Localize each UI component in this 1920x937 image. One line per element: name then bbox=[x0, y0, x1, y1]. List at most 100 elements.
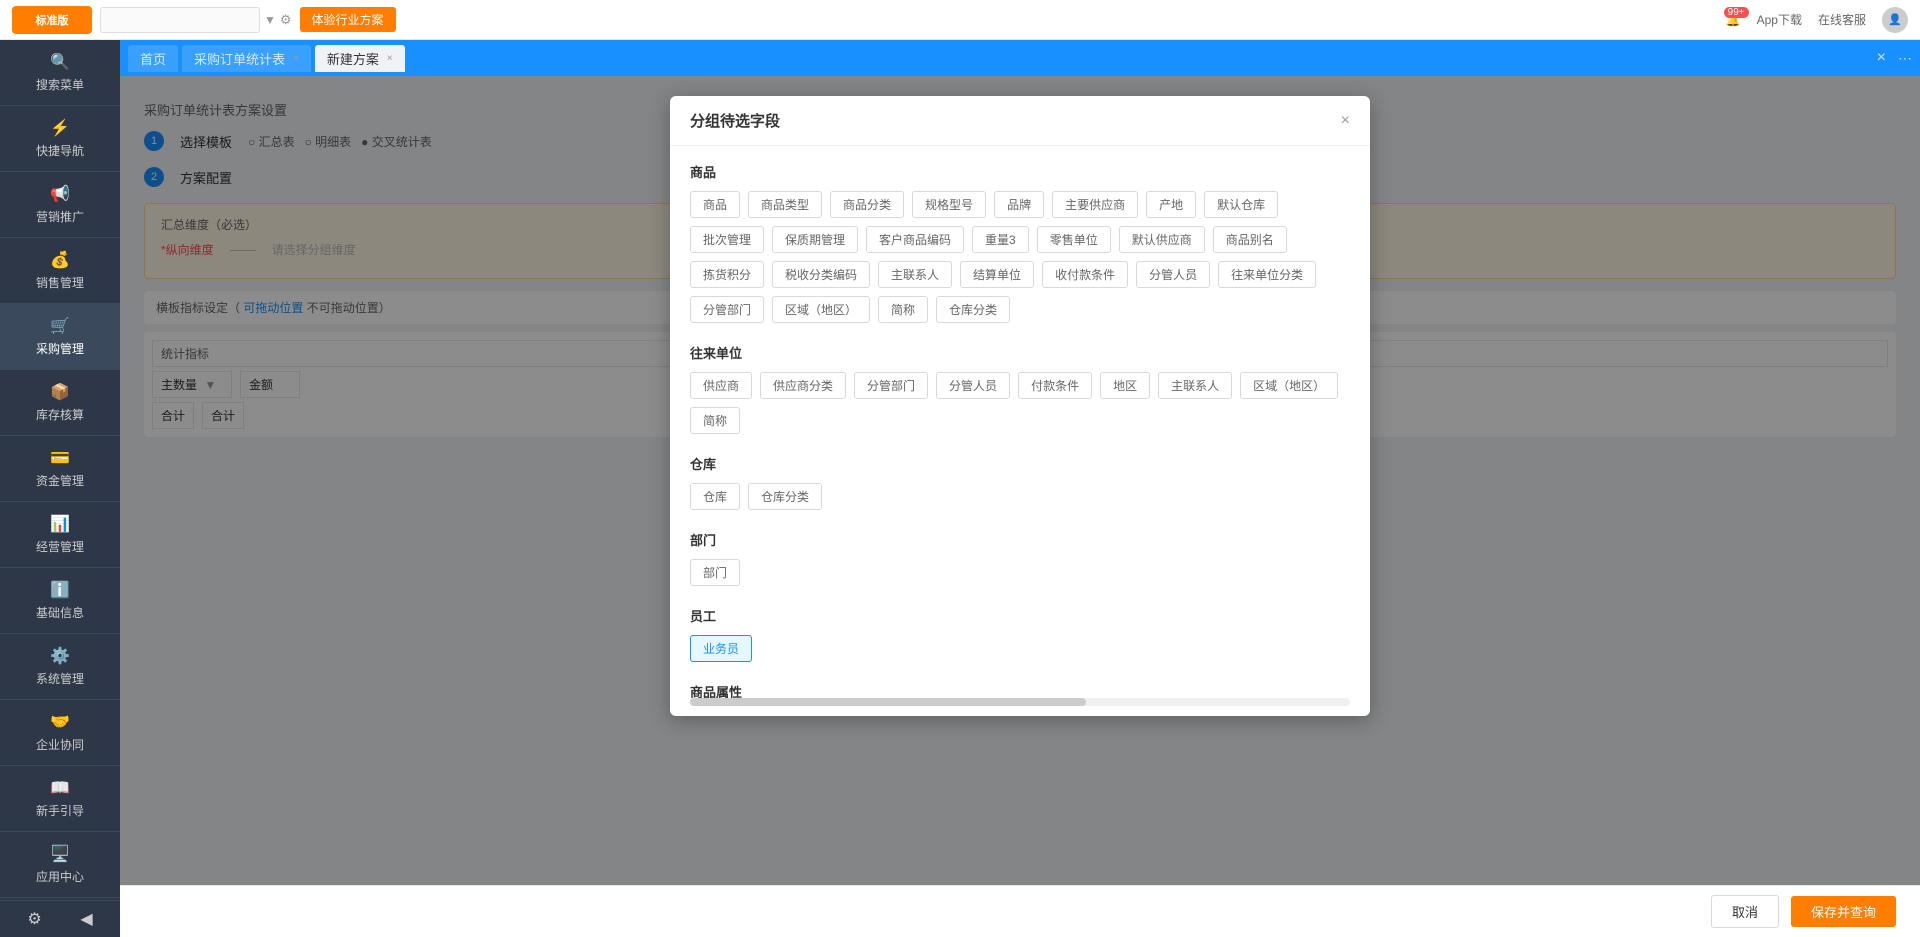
tab-purchase-stats[interactable]: 采购订单统计表 × bbox=[182, 45, 311, 72]
field-tag-region-partner[interactable]: 区域（地区） bbox=[1240, 372, 1338, 399]
warehouse-field-grid: 仓库 仓库分类 bbox=[690, 483, 1350, 510]
notification-badge: 99+ bbox=[1724, 7, 1749, 18]
field-tag-manager-partner[interactable]: 分管人员 bbox=[936, 372, 1010, 399]
field-tag-product-category[interactable]: 商品分类 bbox=[830, 191, 904, 218]
field-tag-pick-score[interactable]: 拣货积分 bbox=[690, 261, 764, 288]
field-tag-supplier[interactable]: 供应商 bbox=[690, 372, 752, 399]
sidebar-item-marketing[interactable]: 📢 营销推广 bbox=[0, 172, 120, 238]
inventory-icon: 📦 bbox=[50, 382, 70, 402]
sidebar-collapse-icon[interactable]: ◀ bbox=[80, 909, 92, 929]
sidebar: 🔍 搜索菜单 ⚡ 快捷导航 📢 营销推广 💰 销售管理 🛒 采购管理 📦 库存核… bbox=[0, 40, 120, 937]
field-tag-dept[interactable]: 分管部门 bbox=[690, 296, 764, 323]
field-tag-settlement-unit[interactable]: 结算单位 bbox=[960, 261, 1034, 288]
sidebar-item-management[interactable]: 📊 经营管理 bbox=[0, 502, 120, 568]
sidebar-item-basic[interactable]: ℹ️ 基础信息 bbox=[0, 568, 120, 634]
field-tag-batch-mgmt[interactable]: 批次管理 bbox=[690, 226, 764, 253]
field-tag-expiry-mgmt[interactable]: 保质期管理 bbox=[772, 226, 858, 253]
search-icon: 🔍 bbox=[50, 52, 70, 72]
field-tag-default-supplier[interactable]: 默认供应商 bbox=[1119, 226, 1205, 253]
partner-section: 往来单位 供应商 供应商分类 分管部门 分管人员 付款条件 地区 主联系人 区域… bbox=[690, 343, 1350, 434]
experience-btn[interactable]: 体验行业方案 bbox=[300, 7, 396, 32]
field-tag-product-alias[interactable]: 商品别名 bbox=[1213, 226, 1287, 253]
field-tag-partner-category[interactable]: 往来单位分类 bbox=[1218, 261, 1316, 288]
save-query-button[interactable]: 保存并查询 bbox=[1791, 896, 1896, 927]
sidebar-item-label: 采购管理 bbox=[36, 340, 84, 357]
dialog-horizontal-scrollbar[interactable] bbox=[690, 698, 1350, 706]
tab-bar-close-icon[interactable]: × bbox=[1877, 49, 1886, 67]
field-tag-product-type[interactable]: 商品类型 bbox=[748, 191, 822, 218]
user-avatar[interactable]: 👤 bbox=[1882, 7, 1908, 33]
sidebar-item-cooperation[interactable]: 🤝 企业协同 bbox=[0, 700, 120, 766]
field-tag-salesperson[interactable]: 业务员 bbox=[690, 635, 752, 662]
field-tag-short-name-product[interactable]: 简称 bbox=[878, 296, 928, 323]
sales-icon: 💰 bbox=[50, 250, 70, 270]
field-tag-brand[interactable]: 品牌 bbox=[994, 191, 1044, 218]
sidebar-settings-icon[interactable]: ⚙ bbox=[27, 909, 41, 929]
dialog-close-button[interactable]: × bbox=[1341, 112, 1350, 130]
field-tag-main-contact-partner[interactable]: 主联系人 bbox=[1158, 372, 1232, 399]
field-tag-payment-cond[interactable]: 付款条件 bbox=[1018, 372, 1092, 399]
partner-section-title: 往来单位 bbox=[690, 343, 1350, 362]
employee-section: 员工 业务员 bbox=[690, 606, 1350, 662]
sidebar-item-purchase[interactable]: 🛒 采购管理 bbox=[0, 304, 120, 370]
field-tag-supplier-category[interactable]: 供应商分类 bbox=[760, 372, 846, 399]
tab-home[interactable]: 首页 bbox=[128, 45, 178, 72]
search-dropdown-icon[interactable]: ▼ bbox=[264, 13, 276, 27]
field-tag-main-contact[interactable]: 主联系人 bbox=[878, 261, 952, 288]
field-tag-manager[interactable]: 分管人员 bbox=[1136, 261, 1210, 288]
product-attr-section: 商品属性 属性 颜色 多规格 尺码 鞋码 1 bbox=[690, 682, 1350, 698]
employee-field-grid: 业务员 bbox=[690, 635, 1350, 662]
field-tag-retail-unit[interactable]: 零售单位 bbox=[1037, 226, 1111, 253]
field-tag-customer-code[interactable]: 客户商品编码 bbox=[866, 226, 964, 253]
settings-icon[interactable]: ⚙ bbox=[280, 12, 292, 28]
field-tag-product[interactable]: 商品 bbox=[690, 191, 740, 218]
employee-section-title: 员工 bbox=[690, 606, 1350, 625]
field-tag-dept-partner[interactable]: 分管部门 bbox=[854, 372, 928, 399]
field-tag-default-warehouse[interactable]: 默认仓库 bbox=[1204, 191, 1278, 218]
field-tag-warehouse[interactable]: 仓库 bbox=[690, 483, 740, 510]
sidebar-item-label: 新手引导 bbox=[36, 802, 84, 819]
top-bar-left: 标准版 ▼ ⚙ 体验行业方案 bbox=[12, 6, 396, 34]
sidebar-item-inventory[interactable]: 📦 库存核算 bbox=[0, 370, 120, 436]
online-service-link[interactable]: 在线客服 bbox=[1818, 11, 1866, 28]
field-tag-region-product[interactable]: 区域（地区） bbox=[772, 296, 870, 323]
marketing-icon: 📢 bbox=[50, 184, 70, 204]
tab-new-plan[interactable]: 新建方案 × bbox=[315, 45, 405, 72]
field-tag-warehouse-category-product[interactable]: 仓库分类 bbox=[936, 296, 1010, 323]
field-tag-origin[interactable]: 产地 bbox=[1146, 191, 1196, 218]
top-bar-right: 🔔 99+ App下载 在线客服 👤 bbox=[1726, 7, 1908, 33]
cancel-button[interactable]: 取消 bbox=[1711, 895, 1779, 928]
field-tag-short-name-partner[interactable]: 简称 bbox=[690, 407, 740, 434]
basic-icon: ℹ️ bbox=[50, 580, 70, 600]
field-tag-district[interactable]: 地区 bbox=[1100, 372, 1150, 399]
sidebar-item-label: 库存核算 bbox=[36, 406, 84, 423]
product-field-grid: 商品 商品类型 商品分类 规格型号 品牌 主要供应商 产地 默认仓库 批次管理 … bbox=[690, 191, 1350, 323]
warehouse-section: 仓库 仓库 仓库分类 bbox=[690, 454, 1350, 510]
app-download-link[interactable]: App下载 bbox=[1757, 11, 1802, 28]
product-section: 商品 商品 商品类型 商品分类 规格型号 品牌 主要供应商 产地 默认仓库 批次… bbox=[690, 162, 1350, 323]
tab-bar: 首页 采购订单统计表 × 新建方案 × × ⋯ bbox=[120, 40, 1920, 76]
sidebar-item-app-center[interactable]: 🖥️ 应用中心 bbox=[0, 832, 120, 898]
sidebar-item-finance[interactable]: 💳 资金管理 bbox=[0, 436, 120, 502]
search-input[interactable] bbox=[100, 7, 260, 33]
tab-new-plan-label: 新建方案 bbox=[327, 49, 379, 68]
field-tag-main-supplier[interactable]: 主要供应商 bbox=[1052, 191, 1138, 218]
field-tag-payment-terms[interactable]: 收付款条件 bbox=[1042, 261, 1128, 288]
sidebar-item-sales[interactable]: 💰 销售管理 bbox=[0, 238, 120, 304]
field-tag-warehouse-cat[interactable]: 仓库分类 bbox=[748, 483, 822, 510]
top-search-area: ▼ ⚙ bbox=[100, 7, 292, 33]
tab-purchase-close-icon[interactable]: × bbox=[293, 53, 299, 64]
tab-new-plan-close-icon[interactable]: × bbox=[387, 53, 393, 64]
sidebar-item-quick-nav[interactable]: ⚡ 快捷导航 bbox=[0, 106, 120, 172]
sidebar-item-label: 系统管理 bbox=[36, 670, 84, 687]
field-tag-spec-model[interactable]: 规格型号 bbox=[912, 191, 986, 218]
field-tag-tax-code[interactable]: 税收分类编码 bbox=[772, 261, 870, 288]
field-tag-department[interactable]: 部门 bbox=[690, 559, 740, 586]
sidebar-item-system[interactable]: ⚙️ 系统管理 bbox=[0, 634, 120, 700]
dialog-hscroll-thumb bbox=[690, 698, 1086, 706]
field-tag-weight3[interactable]: 重量3 bbox=[972, 226, 1029, 253]
tab-bar-more-icon[interactable]: ⋯ bbox=[1898, 50, 1912, 67]
sidebar-item-guide[interactable]: 📖 新手引导 bbox=[0, 766, 120, 832]
sidebar-item-search[interactable]: 🔍 搜索菜单 bbox=[0, 40, 120, 106]
notification-area[interactable]: 🔔 99+ bbox=[1726, 13, 1741, 27]
